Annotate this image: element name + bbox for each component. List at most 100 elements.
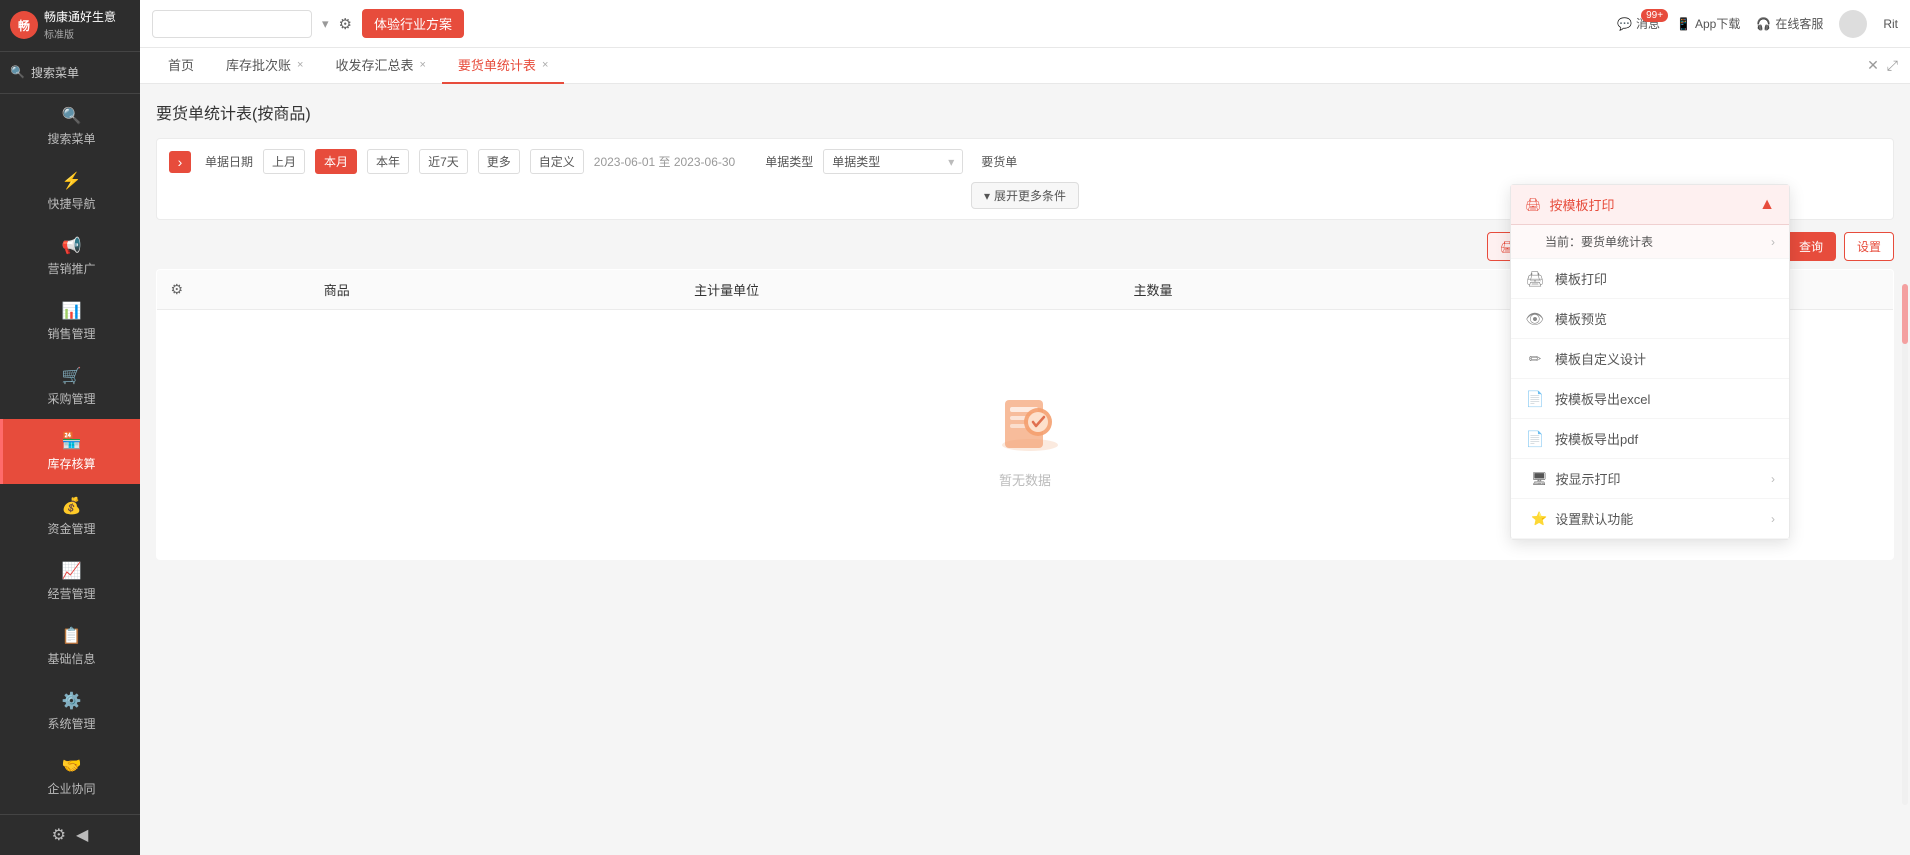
date-btn-this-month[interactable]: 本月 — [315, 149, 357, 174]
tab-receipt[interactable]: 收发存汇总表 × — [319, 47, 441, 84]
sidebar-nav: 🔍 搜索菜单 ⚡ 快捷导航 📢 营销推广 📊 销售管理 🛒 采购管理 🏪 库存核… — [0, 94, 140, 814]
date-btn-last-month[interactable]: 上月 — [263, 149, 305, 174]
settings-button[interactable]: 设置 — [1844, 232, 1894, 261]
export-excel-icon: 📄 — [1525, 390, 1545, 408]
sidebar-footer: ⚙ ◀ — [0, 814, 140, 855]
tab-close-order-stats[interactable]: × — [542, 59, 548, 71]
tabs-bar: 首页 库存批次账 × 收发存汇总表 × 要货单统计表 × ✕ ⤢ — [140, 48, 1910, 84]
query-button[interactable]: 查询 — [1786, 232, 1836, 261]
empty-state-illustration — [980, 380, 1070, 470]
sidebar-item-sales[interactable]: 📊 销售管理 — [0, 289, 140, 354]
sidebar-item-enterprise[interactable]: 🤝 企业协同 — [0, 744, 140, 809]
filter-expand-arrow[interactable]: › — [169, 151, 191, 173]
type-filter-label: 单据类型 — [765, 153, 813, 170]
th-settings[interactable]: ⚙ — [157, 270, 197, 310]
date-btn-custom[interactable]: 自定义 — [530, 149, 584, 174]
mobile-icon: 📱 — [1676, 17, 1691, 31]
select-arrow-icon: ▾ — [948, 155, 954, 169]
scrollbar-thumb[interactable] — [1902, 284, 1908, 344]
expand-icon: ▾ — [984, 189, 990, 203]
dropdown-item-template-print[interactable]: 🖨 模板打印 — [1511, 259, 1789, 299]
search-nav-label: 搜索菜单 — [47, 130, 95, 147]
topbar-gear-icon[interactable]: ⚙ — [339, 15, 352, 33]
username-label[interactable]: Rit — [1883, 17, 1898, 31]
tab-batch[interactable]: 库存批次账 × — [210, 47, 319, 84]
logo-icon: 畅 — [10, 11, 38, 39]
message-badge: 99+ — [1641, 9, 1668, 22]
dropdown-close-icon[interactable]: ▲ — [1759, 196, 1775, 214]
sidebar-item-finance[interactable]: 💰 资金管理 — [0, 484, 140, 549]
marketing-nav-icon: 📢 — [62, 236, 82, 256]
date-btn-this-year[interactable]: 本年 — [367, 149, 409, 174]
tab-order-stats[interactable]: 要货单统计表 × — [442, 47, 564, 84]
date-btn-7days[interactable]: 近7天 — [419, 149, 468, 174]
user-avatar[interactable] — [1839, 10, 1867, 38]
sidebar-item-operations[interactable]: 📈 经营管理 — [0, 549, 140, 614]
expand-conditions-button[interactable]: ▾ 展开更多条件 — [971, 182, 1079, 209]
search-menu-button[interactable]: 🔍 搜索菜单 — [10, 60, 130, 85]
trial-button[interactable]: 体验行业方案 — [362, 9, 464, 38]
sidebar-item-marketing[interactable]: 📢 营销推广 — [0, 224, 140, 289]
tab-close-receipt[interactable]: × — [419, 59, 425, 71]
collapse-icon[interactable]: ◀ — [76, 825, 88, 845]
template-print-icon: 🖨 — [1525, 270, 1545, 288]
dropdown-item-display-print[interactable]: 🖥 按显示打印 › — [1511, 459, 1789, 499]
headset-icon: 🎧 — [1756, 17, 1771, 31]
sales-nav-label: 销售管理 — [47, 325, 95, 342]
sidebar-item-system[interactable]: ⚙️ 系统管理 — [0, 679, 140, 744]
th-unit: 主计量单位 — [477, 270, 976, 310]
topbar-search-input[interactable] — [152, 10, 312, 38]
sidebar-item-inventory[interactable]: 🏪 库存核算 — [0, 419, 140, 484]
basic-nav-label: 基础信息 — [47, 650, 95, 667]
app-download-button[interactable]: 📱 App下载 — [1676, 15, 1740, 32]
type-select[interactable]: 单据类型 ▾ — [823, 149, 963, 174]
dropdown-header[interactable]: 🖨 按模板打印 ▲ — [1511, 185, 1789, 225]
dropdown-item-export-excel[interactable]: 📄 按模板导出excel — [1511, 379, 1789, 419]
display-print-icon: 🖥 — [1531, 471, 1548, 487]
topbar-dropdown-arrow[interactable]: ▾ — [322, 16, 329, 32]
marketing-nav-label: 营销推广 — [47, 260, 95, 277]
online-service-button[interactable]: 🎧 在线客服 — [1756, 15, 1823, 32]
search-nav-icon: 🔍 — [62, 106, 82, 126]
message-button[interactable]: 💬 消息 99+ — [1617, 15, 1660, 32]
sidebar-logo: 畅 畅康通好生意 标准版 — [0, 0, 140, 52]
close-window-button[interactable]: ✕ — [1867, 57, 1879, 74]
template-design-icon: ✏ — [1525, 350, 1545, 368]
date-range-display: 2023-06-01 至 2023-06-30 — [594, 153, 735, 170]
dropdown-header-print-icon: 🖨 — [1525, 197, 1542, 213]
date-filter-label: 单据日期 — [205, 153, 253, 170]
system-nav-icon: ⚙️ — [62, 691, 82, 711]
dropdown-item-set-default[interactable]: ⭐ 设置默认功能 › — [1511, 499, 1789, 539]
search-icon: 🔍 — [10, 65, 25, 79]
settings-icon[interactable]: ⚙ — [52, 825, 66, 845]
window-controls: ✕ ⤢ — [1867, 57, 1898, 74]
dropdown-item-export-pdf[interactable]: 📄 按模板导出pdf — [1511, 419, 1789, 459]
sidebar-item-shortcut[interactable]: ⚡ 快捷导航 — [0, 159, 140, 224]
sidebar-item-search[interactable]: 🔍 搜索菜单 — [0, 94, 140, 159]
finance-nav-icon: 💰 — [62, 496, 82, 516]
logo-title: 畅康通好生意 — [44, 10, 116, 26]
empty-text: 暂无数据 — [999, 470, 1051, 489]
column-settings-icon[interactable]: ⚙ — [170, 281, 183, 297]
dropdown-current-template[interactable]: 当前：要货单统计表 › — [1511, 225, 1789, 259]
operations-nav-label: 经营管理 — [47, 585, 95, 602]
enterprise-nav-icon: 🤝 — [62, 756, 82, 776]
topbar-right: 💬 消息 99+ 📱 App下载 🎧 在线客服 Rit — [1617, 10, 1898, 38]
th-goods: 商品 — [197, 270, 478, 310]
tab-close-batch[interactable]: × — [297, 59, 303, 71]
purchase-nav-label: 采购管理 — [47, 390, 95, 407]
current-template-arrow: › — [1771, 235, 1775, 249]
tab-home[interactable]: 首页 — [152, 47, 210, 84]
set-default-icon: ⭐ — [1531, 511, 1547, 527]
sidebar-item-purchase[interactable]: 🛒 采购管理 — [0, 354, 140, 419]
dropdown-item-template-design[interactable]: ✏ 模板自定义设计 — [1511, 339, 1789, 379]
sidebar-search-section: 🔍 搜索菜单 — [0, 52, 140, 94]
sidebar-item-basic[interactable]: 📋 基础信息 — [0, 614, 140, 679]
scrollbar-track — [1902, 284, 1908, 805]
expand-window-button[interactable]: ⤢ — [1887, 57, 1898, 74]
export-pdf-icon: 📄 — [1525, 430, 1545, 448]
main-content: ▾ ⚙ 体验行业方案 💬 消息 99+ 📱 App下载 🎧 在线客服 Rit 首… — [140, 0, 1910, 855]
date-btn-more[interactable]: 更多 — [478, 149, 520, 174]
logo-subtitle: 标准版 — [44, 26, 116, 41]
dropdown-item-template-preview[interactable]: 👁 模板预览 — [1511, 299, 1789, 339]
